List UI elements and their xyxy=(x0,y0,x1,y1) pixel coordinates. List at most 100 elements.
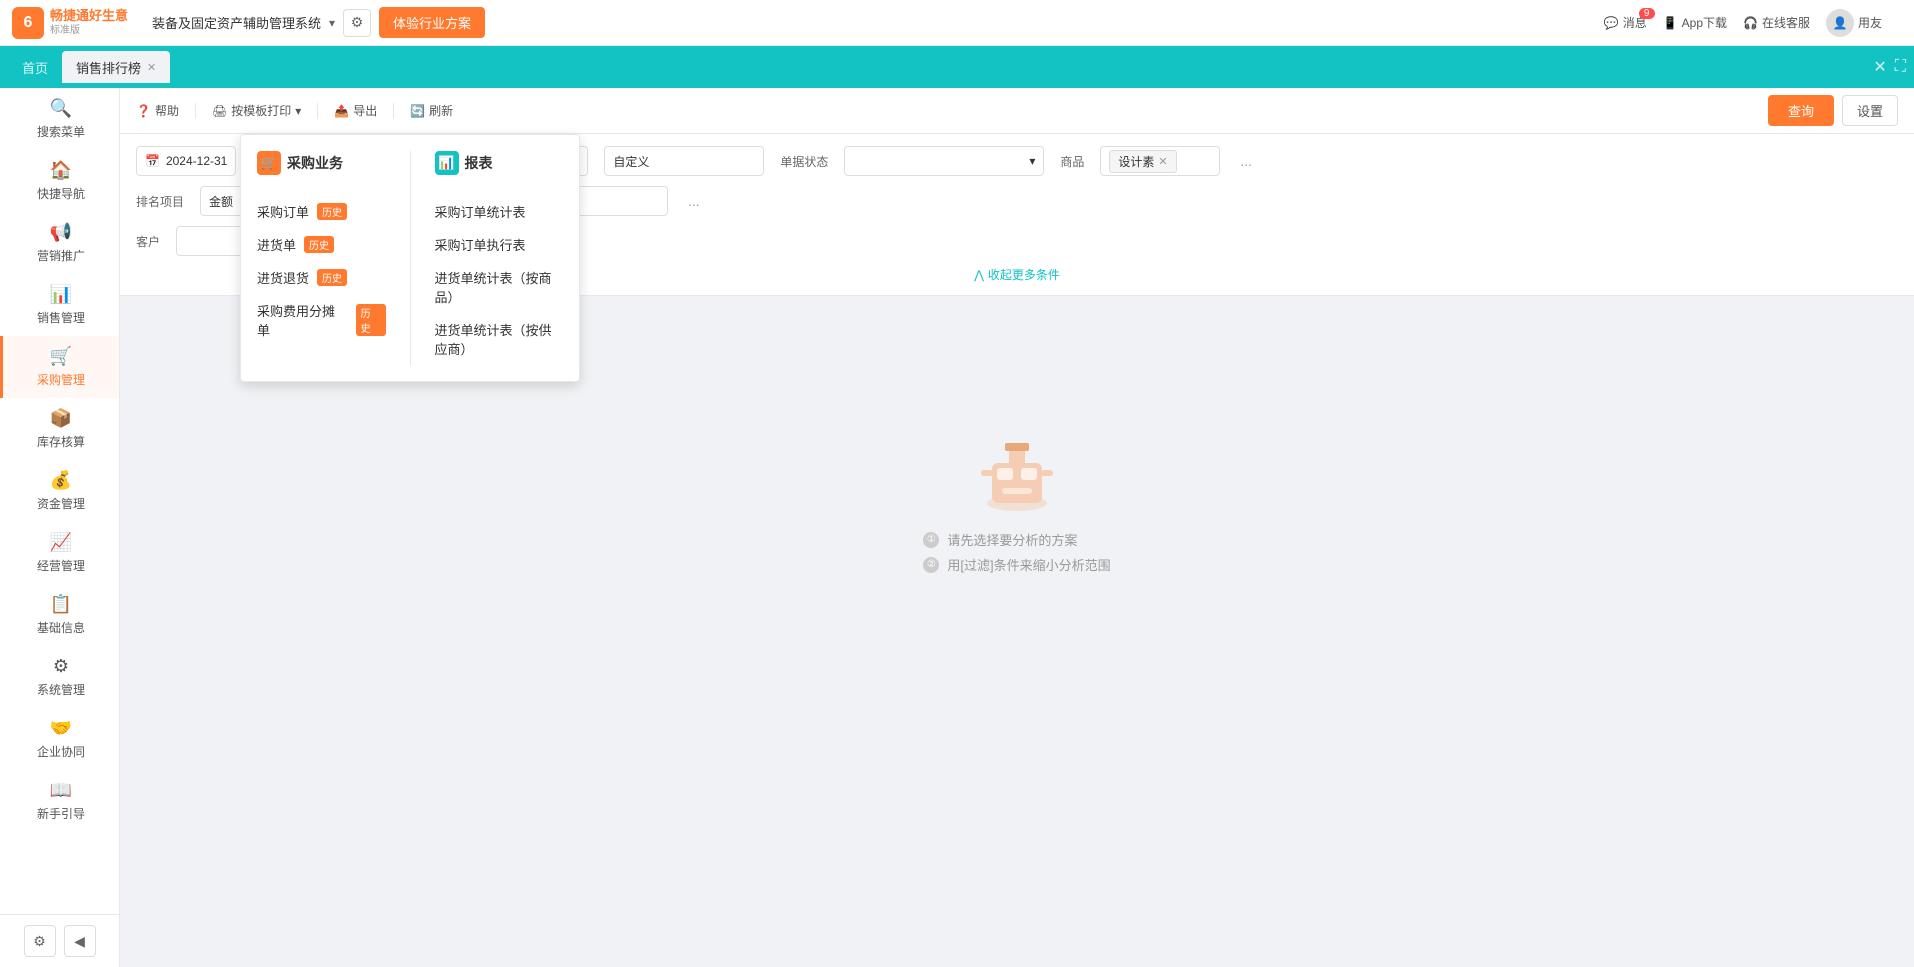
home-icon: 🏠 xyxy=(50,160,72,181)
date-from: 2024-12-31 xyxy=(166,154,227,168)
doc-status-label: 单据状态 xyxy=(780,153,828,170)
help-btn[interactable]: ❓ 帮助 xyxy=(136,102,179,119)
dropdown-divider xyxy=(410,151,411,365)
stock-in-history: 历史 xyxy=(304,236,334,253)
tab-home[interactable]: 首页 xyxy=(8,51,62,83)
dropdown-item-stock-in[interactable]: 进货单 历史 xyxy=(257,228,386,261)
tab-sales-ranking[interactable]: 销售排行榜 ✕ xyxy=(62,51,170,83)
logo-icon: 6 xyxy=(12,7,44,39)
purchase-col-title: 🛒 采购业务 xyxy=(257,151,386,183)
toolbar-divider-3 xyxy=(393,103,394,119)
print-icon: 🖨 xyxy=(212,104,227,118)
refresh-btn[interactable]: 🔄 刷新 xyxy=(410,102,453,119)
sidebar-settings-btn[interactable]: ⚙ xyxy=(24,925,56,957)
tab-bar: 首页 销售排行榜 ✕ ✕ ⛶ xyxy=(0,46,1914,88)
sidebar-item-system[interactable]: ⚙ 系统管理 xyxy=(0,646,119,708)
sidebar-item-guide[interactable]: 📖 新手引导 xyxy=(0,770,119,832)
goods-input[interactable]: 设计素 ✕ xyxy=(1100,146,1220,176)
dropdown-item-stock-by-goods[interactable]: 进货单统计表（按商品） xyxy=(435,261,564,313)
sidebar-item-operations[interactable]: 📈 经营管理 xyxy=(0,522,119,584)
sidebar-item-basic-info[interactable]: 📋 基础信息 xyxy=(0,584,119,646)
brand-name: 畅捷通好生意 xyxy=(50,8,128,25)
print-dropdown-arrow[interactable]: ▾ xyxy=(295,104,301,118)
po-stat-label: 采购订单统计表 xyxy=(435,202,526,221)
sidebar-item-enterprise[interactable]: 🤝 企业协同 xyxy=(0,708,119,770)
step-2-num: ② xyxy=(923,557,939,573)
goods-more-dots[interactable]: ... xyxy=(1236,153,1256,169)
sidebar-item-sales[interactable]: 📊 销售管理 xyxy=(0,274,119,336)
query-btn[interactable]: 查询 xyxy=(1768,95,1834,126)
stock-return-label: 进货退货 xyxy=(257,268,309,287)
stock-by-goods-label: 进货单统计表（按商品） xyxy=(435,268,564,306)
logo-area: 6 畅捷通好生意 标准版 xyxy=(12,7,132,39)
sidebar-collapse-btn[interactable]: ◀ xyxy=(64,925,96,957)
stock-in-label: 进货单 xyxy=(257,235,296,254)
sys-title-dropdown[interactable]: ▾ xyxy=(329,16,335,30)
date-shortcut-custom[interactable]: 自定义 xyxy=(604,146,764,176)
dropdown-item-purchase-expense[interactable]: 采购费用分摊单 历史 xyxy=(257,294,386,346)
report-col-icon: 📊 xyxy=(435,151,459,175)
sidebar-label-sales: 销售管理 xyxy=(37,309,85,326)
collapse-arrow-icon: ⋀ xyxy=(974,268,984,282)
online-service-btn[interactable]: 🎧 在线客服 xyxy=(1743,14,1810,31)
brand-sub: 标准版 xyxy=(50,24,128,37)
app-download-btn[interactable]: 📱 App下载 xyxy=(1663,14,1727,31)
purchase-col: 🛒 采购业务 采购订单 历史 进货单 历史 进货退货 历史 采购费用分摊单 xyxy=(257,151,386,365)
goods-tag-close[interactable]: ✕ xyxy=(1158,155,1167,168)
rank-label: 排名项目 xyxy=(136,193,184,210)
user-avatar: 👤 xyxy=(1826,9,1854,37)
report-col-label: 报表 xyxy=(465,153,493,173)
sidebar-label-enterprise: 企业协同 xyxy=(37,743,85,760)
dropdown-item-po-stat[interactable]: 采购订单统计表 xyxy=(435,195,564,228)
sidebar-item-search[interactable]: 🔍 搜索菜单 xyxy=(0,88,119,150)
sidebar-label-system: 系统管理 xyxy=(37,681,85,698)
phone-icon: 📱 xyxy=(1663,16,1678,30)
tab-home-label: 首页 xyxy=(22,58,48,77)
empty-hint-2: ② 用[过滤]条件来缩小分析范围 xyxy=(923,555,1110,574)
messages-badge: 9 xyxy=(1639,8,1655,19)
sidebar-label-guide: 新手引导 xyxy=(37,805,85,822)
sys-title: 装备及固定资产辅助管理系统 xyxy=(152,13,321,32)
message-icon: 💬 xyxy=(1604,16,1619,30)
industry-btn[interactable]: 体验行业方案 xyxy=(379,7,485,38)
sidebar-item-marketing[interactable]: 📢 营销推广 xyxy=(0,212,119,274)
empty-hint-2-text: 用[过滤]条件来缩小分析范围 xyxy=(947,555,1110,574)
sidebar-item-purchase[interactable]: 🛒 采购管理 xyxy=(0,336,119,398)
empty-hint-1: ① 请先选择要分析的方案 xyxy=(923,530,1077,549)
sidebar-item-inventory[interactable]: 📦 库存核算 xyxy=(0,398,119,460)
purchase-order-history: 历史 xyxy=(317,203,347,220)
dropdown-item-purchase-order[interactable]: 采购订单 历史 xyxy=(257,195,386,228)
win-maximize-btn[interactable]: ⛶ xyxy=(1895,58,1906,76)
salesperson-more-dots[interactable]: ... xyxy=(684,193,704,209)
sidebar-bottom: ⚙ ◀ xyxy=(0,914,119,967)
messages-btn[interactable]: 💬 消息 9 xyxy=(1604,14,1647,31)
print-label: 按模板打印 xyxy=(231,102,291,119)
search-icon: 🔍 xyxy=(50,98,72,119)
export-icon: 📤 xyxy=(334,104,349,118)
dropdown-item-stock-by-supplier[interactable]: 进货单统计表（按供应商） xyxy=(435,313,564,365)
sidebar-item-nav[interactable]: 🏠 快捷导航 xyxy=(0,150,119,212)
content-area: ❓ 帮助 🖨 按模板打印 ▾ 📤 导出 🔄 刷新 查询 设置 xyxy=(120,88,1914,967)
print-btn[interactable]: 🖨 按模板打印 ▾ xyxy=(212,102,301,119)
dropdown-item-po-exec[interactable]: 采购订单执行表 xyxy=(435,228,564,261)
tab-close-btn[interactable]: ✕ xyxy=(147,61,156,74)
inventory-icon: 📦 xyxy=(50,408,72,429)
purchase-icon: 🛒 xyxy=(50,346,72,367)
sidebar-label-nav: 快捷导航 xyxy=(37,185,85,202)
collapse-btn[interactable]: ⋀ 收起更多条件 xyxy=(974,266,1060,283)
doc-status-select[interactable]: ▾ xyxy=(844,146,1044,176)
top-header: 6 畅捷通好生意 标准版 装备及固定资产辅助管理系统 ▾ ⚙ 体验行业方案 💬 … xyxy=(0,0,1914,46)
user-btn[interactable]: 👤 用友 xyxy=(1826,9,1882,37)
date-range-input[interactable]: 📅 2024-12-31 xyxy=(136,146,236,176)
dropdown-item-stock-return[interactable]: 进货退货 历史 xyxy=(257,261,386,294)
goods-tag: 设计素 ✕ xyxy=(1109,150,1176,173)
stock-by-supplier-label: 进货单统计表（按供应商） xyxy=(435,320,564,358)
header-settings-btn[interactable]: ⚙ xyxy=(343,9,371,37)
win-close-btn[interactable]: ✕ xyxy=(1873,57,1886,77)
headset-icon: 🎧 xyxy=(1743,16,1758,30)
export-btn[interactable]: 📤 导出 xyxy=(334,102,377,119)
setting-btn[interactable]: 设置 xyxy=(1842,95,1898,126)
sidebar-item-finance[interactable]: 💰 资金管理 xyxy=(0,460,119,522)
purchase-expense-label: 采购费用分摊单 xyxy=(257,301,348,339)
export-label: 导出 xyxy=(353,102,377,119)
